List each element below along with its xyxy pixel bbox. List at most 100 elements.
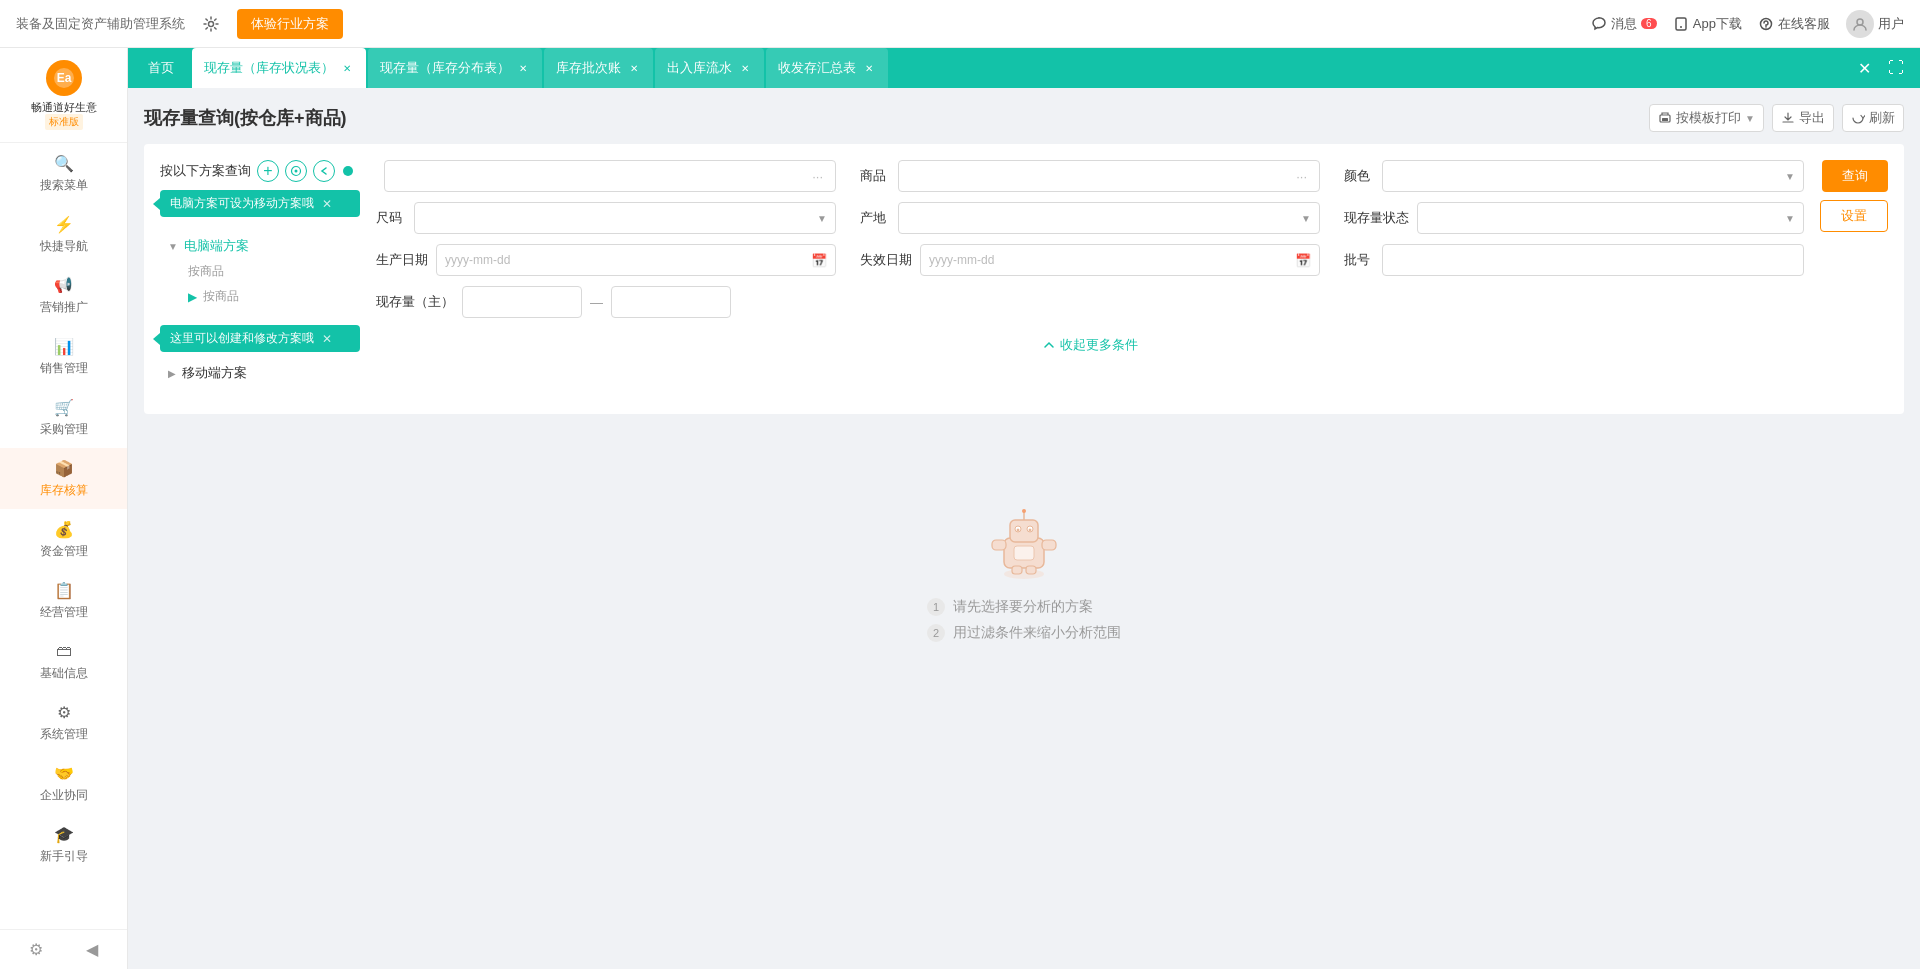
tab-close-inout-flow[interactable]: ✕ [738, 61, 752, 75]
sidebar-item-enterprise[interactable]: 🤝 企业协同 [0, 753, 127, 814]
sidebar-settings-icon[interactable]: ⚙ [29, 940, 43, 959]
svg-point-11 [295, 170, 298, 173]
sidebar-item-operation[interactable]: 📋 经营管理 [0, 570, 127, 631]
message-item[interactable]: 消息 6 [1591, 15, 1657, 33]
export-button[interactable]: 导出 [1772, 104, 1834, 132]
print-button[interactable]: 按模板打印 ▼ [1649, 104, 1764, 132]
stock-status-arrow: ▼ [1785, 213, 1795, 224]
sidebar-item-finance[interactable]: 💰 资金管理 [0, 509, 127, 570]
filter-warehouse: ··· [376, 160, 836, 192]
tab-close-collect-issue[interactable]: ✕ [862, 61, 876, 75]
collapse-btn[interactable]: 收起更多条件 [376, 328, 1804, 362]
online-support-item[interactable]: 在线客服 [1758, 15, 1830, 33]
tooltip-scheme-close[interactable]: ✕ [322, 197, 332, 211]
svg-point-5 [1857, 19, 1863, 25]
sidebar-item-quick-nav[interactable]: ⚡ 快捷导航 [0, 204, 127, 265]
svg-rect-15 [1010, 520, 1038, 542]
svg-point-12 [1004, 569, 1044, 579]
origin-arrow: ▼ [1301, 213, 1311, 224]
user-avatar [1846, 10, 1874, 38]
exp-date-calendar-icon[interactable]: 📅 [1295, 253, 1311, 268]
stock-max-input[interactable] [611, 286, 731, 318]
svg-point-2 [1680, 26, 1682, 28]
prod-date-input[interactable]: yyyy-mm-dd 📅 [436, 244, 836, 276]
svg-point-18 [1017, 529, 1020, 532]
svg-point-4 [1765, 27, 1767, 29]
filter-origin: 产地 ▼ [860, 202, 1320, 234]
svg-rect-9 [1662, 118, 1668, 121]
svg-point-0 [209, 21, 214, 26]
prod-date-calendar-icon[interactable]: 📅 [811, 253, 827, 268]
message-badge: 6 [1641, 18, 1657, 29]
sidebar-collapse-icon[interactable]: ◀ [86, 940, 98, 959]
back-scheme-btn[interactable] [313, 160, 335, 182]
origin-select[interactable]: ▼ [898, 202, 1320, 234]
svg-rect-24 [1012, 566, 1022, 574]
filter-label: 按以下方案查询 [160, 162, 251, 180]
scheme-tree: ▼ 电脑端方案 按商品 ▶ 按商品 [160, 225, 360, 317]
desktop-scheme-sub-2[interactable]: ▶ 按商品 [180, 284, 360, 309]
tab-close-all-icon[interactable]: ✕ [1852, 56, 1876, 80]
batch-input[interactable] [1382, 244, 1804, 276]
tab-home[interactable]: 首页 [132, 48, 190, 88]
mobile-scheme-item[interactable]: ▶ 移动端方案 [160, 360, 360, 386]
sidebar-nav: 🔍 搜索菜单 ⚡ 快捷导航 📢 营销推广 📊 销售管理 🛒 采购管理 [0, 143, 127, 929]
sidebar-item-inventory[interactable]: 📦 库存核算 [0, 448, 127, 509]
size-select[interactable]: ▼ [414, 202, 836, 234]
product-dots[interactable]: ··· [1292, 169, 1311, 184]
sidebar-item-purchase[interactable]: 🛒 采购管理 [0, 387, 127, 448]
tab-inventory-status[interactable]: 现存量（库存状况表） ✕ [192, 48, 366, 88]
print-dropdown-icon[interactable]: ▼ [1745, 113, 1755, 124]
filter-color: 颜色 ▼ [1344, 160, 1804, 192]
tooltip-scheme: 电脑方案可设为移动方案哦 ✕ [160, 190, 360, 217]
tab-maximize-icon[interactable]: ⛶ [1884, 56, 1908, 80]
color-arrow: ▼ [1785, 171, 1795, 182]
svg-point-21 [1022, 509, 1026, 513]
desktop-scheme-sub-1[interactable]: 按商品 [180, 259, 360, 284]
refresh-button[interactable]: 刷新 [1842, 104, 1904, 132]
logo-text: 畅通道好生意 [31, 100, 97, 114]
empty-state: 1 请先选择要分析的方案 2 用过滤条件来缩小分析范围 [144, 422, 1904, 730]
tab-batch-ledger[interactable]: 库存批次账 ✕ [544, 48, 653, 88]
product-input[interactable]: ··· [898, 160, 1320, 192]
filter-size: 尺码 ▼ [376, 202, 836, 234]
tab-inventory-dist[interactable]: 现存量（库存分布表） ✕ [368, 48, 542, 88]
sidebar-item-guide[interactable]: 🎓 新手引导 [0, 814, 127, 875]
warehouse-dots[interactable]: ··· [808, 169, 827, 184]
add-scheme-btn[interactable]: + [257, 160, 279, 182]
warehouse-input[interactable]: ··· [384, 160, 836, 192]
system-title: 装备及固定资产辅助管理系统 [16, 15, 185, 33]
app-download-item[interactable]: App下载 [1673, 15, 1742, 33]
sidebar-item-basic[interactable]: 🗃 基础信息 [0, 631, 127, 692]
page-title: 现存量查询(按仓库+商品) [144, 106, 347, 130]
tab-close-batch-ledger[interactable]: ✕ [627, 61, 641, 75]
svg-point-19 [1029, 529, 1032, 532]
filter-prod-date: 生产日期 yyyy-mm-dd 📅 [376, 244, 836, 276]
sidebar-item-sales[interactable]: 📊 销售管理 [0, 326, 127, 387]
stock-status-select[interactable]: ▼ [1417, 202, 1804, 234]
sidebar-item-search-menu[interactable]: 🔍 搜索菜单 [0, 143, 127, 204]
tab-collect-issue[interactable]: 收发存汇总表 ✕ [766, 48, 888, 88]
color-select[interactable]: ▼ [1382, 160, 1804, 192]
settings-icon[interactable] [197, 10, 225, 38]
reset-button[interactable]: 设置 [1820, 200, 1888, 232]
query-button[interactable]: 查询 [1822, 160, 1888, 192]
desktop-scheme-item[interactable]: ▼ 电脑端方案 [160, 233, 360, 259]
tab-inout-flow[interactable]: 出入库流水 ✕ [655, 48, 764, 88]
user-area[interactable]: 用户 [1846, 10, 1904, 38]
stock-min-input[interactable] [462, 286, 582, 318]
logo-badge: 标准版 [45, 114, 83, 130]
svg-rect-23 [1042, 540, 1056, 550]
sidebar-item-system[interactable]: ⚙ 系统管理 [0, 692, 127, 753]
tab-close-inventory-dist[interactable]: ✕ [516, 61, 530, 75]
sidebar-item-marketing[interactable]: 📢 营销推广 [0, 265, 127, 326]
svg-rect-26 [1014, 546, 1034, 560]
step-2-num: 2 [927, 624, 945, 642]
trial-button[interactable]: 体验行业方案 [237, 9, 343, 39]
tooltip-create-close[interactable]: ✕ [322, 332, 332, 346]
exp-date-input[interactable]: yyyy-mm-dd 📅 [920, 244, 1320, 276]
edit-scheme-btn[interactable] [285, 160, 307, 182]
filter-product: 商品 ··· [860, 160, 1320, 192]
step-2-text: 用过滤条件来缩小分析范围 [953, 624, 1121, 642]
tab-close-inventory-status[interactable]: ✕ [340, 61, 354, 75]
